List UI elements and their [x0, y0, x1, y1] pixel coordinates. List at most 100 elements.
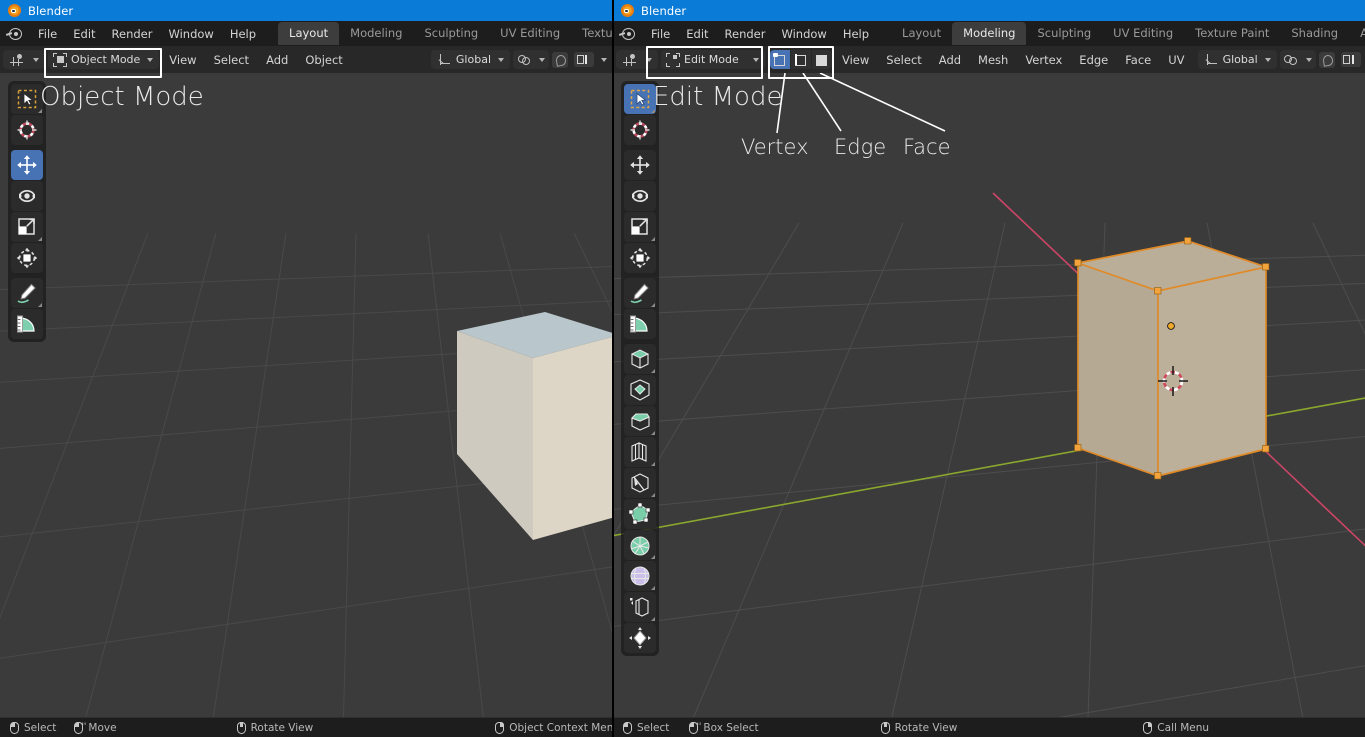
viewport-header-left: Object Mode View Select Add Object Globa…	[0, 46, 613, 73]
spin-tool[interactable]	[624, 530, 656, 560]
scale-tool-right[interactable]	[624, 212, 656, 242]
menu-help-left[interactable]: Help	[222, 24, 264, 44]
snapping-button-right[interactable]	[1279, 50, 1316, 69]
toolbar-left[interactable]	[8, 81, 46, 342]
menu-add-left[interactable]: Add	[259, 50, 295, 69]
shrink-fatten-tool[interactable]	[624, 623, 656, 653]
editor-type-button-left[interactable]	[3, 50, 45, 69]
menu-object-left[interactable]: Object	[298, 50, 349, 69]
blender-menu-icon[interactable]	[5, 26, 26, 42]
move-tool-right[interactable]	[624, 150, 656, 180]
menu-window-left[interactable]: Window	[160, 24, 221, 44]
blender-logo-icon	[621, 4, 634, 17]
menu-mesh-right[interactable]: Mesh	[971, 50, 1015, 69]
tweak-select-box-tool-right[interactable]	[624, 84, 656, 114]
transform-tool-left[interactable]	[11, 243, 43, 273]
tab-layout-left[interactable]: Layout	[278, 22, 340, 45]
menu-face-right[interactable]: Face	[1118, 50, 1158, 69]
extrude-region-tool[interactable]	[624, 344, 656, 374]
statusbar-left: Select '' Move Rotate View Object Contex…	[0, 717, 613, 737]
transform-orientation-button-right[interactable]: Global	[1197, 50, 1277, 69]
tab-sculpting-left[interactable]: Sculpting	[413, 22, 489, 45]
smooth-tool[interactable]	[624, 561, 656, 591]
menu-help-right[interactable]: Help	[835, 24, 877, 44]
move-tool-left[interactable]	[11, 150, 43, 180]
menu-select-left[interactable]: Select	[207, 50, 256, 69]
tab-modeling-right[interactable]: Modeling	[952, 22, 1027, 45]
mode-selector-right[interactable]: Edit Mode	[661, 50, 765, 69]
editor-type-button-right[interactable]	[616, 50, 658, 69]
annotate-tool-left[interactable]	[11, 278, 43, 308]
viewport-left[interactable]: Object Mode	[0, 73, 613, 717]
menu-window-right[interactable]: Window	[773, 24, 834, 44]
tab-sculpting-right[interactable]: Sculpting	[1026, 22, 1102, 45]
tab-shading-right[interactable]: Shading	[1280, 22, 1349, 45]
menu-file-left[interactable]: File	[30, 24, 65, 44]
menu-view-left[interactable]: View	[162, 50, 203, 69]
menu-file-right[interactable]: File	[643, 24, 678, 44]
face-select-button[interactable]	[812, 50, 832, 69]
menu-render-left[interactable]: Render	[104, 24, 161, 44]
viewport-canvas-right	[613, 73, 1365, 717]
tab-uv-editing-left[interactable]: UV Editing	[489, 22, 571, 45]
tab-uv-editing-right[interactable]: UV Editing	[1102, 22, 1184, 45]
window-titlebar-right: Blender	[613, 0, 1365, 21]
annotate-tool-right[interactable]	[624, 278, 656, 308]
chevron-down-icon	[601, 57, 607, 62]
cursor-tool-right[interactable]	[624, 115, 656, 145]
rotate-tool-right[interactable]	[624, 181, 656, 211]
rotate-tool-left[interactable]	[11, 181, 43, 211]
tweak-select-box-tool-left[interactable]	[11, 84, 43, 114]
viewport-shading-button-left[interactable]	[571, 50, 610, 69]
proportional-editing-icon[interactable]	[1318, 51, 1335, 68]
measure-tool-right[interactable]	[624, 309, 656, 339]
menu-edge-right[interactable]: Edge	[1072, 50, 1115, 69]
mouse-right-icon	[495, 721, 505, 734]
toolbar-group-transform-left	[11, 150, 43, 277]
measure-tool-left[interactable]	[11, 309, 43, 339]
menu-uv-right[interactable]: UV	[1161, 50, 1191, 69]
edge-select-button[interactable]	[791, 50, 811, 69]
cursor-tool-left[interactable]	[11, 115, 43, 145]
transform-tool-right[interactable]	[624, 243, 656, 273]
tab-texture-paint-right[interactable]: Texture Paint	[1184, 22, 1280, 45]
status-box-select-right: '' Box Select	[689, 721, 759, 734]
menu-edit-left[interactable]: Edit	[65, 24, 103, 44]
status-rotate-label-left: Rotate View	[250, 721, 314, 734]
menu-render-right[interactable]: Render	[717, 24, 774, 44]
mouse-left-drag-icon: ''	[689, 721, 701, 734]
tab-layout-right[interactable]: Layout	[891, 22, 952, 45]
viewport-right[interactable]: Edit Mode Vertex Edge Face	[613, 73, 1365, 717]
mode-selector-left[interactable]: Object Mode	[48, 50, 160, 69]
loop-cut-tool[interactable]	[624, 437, 656, 467]
transform-orientation-label: Global	[1222, 53, 1258, 66]
status-context-menu-left: Object Context Menu	[495, 721, 613, 734]
blender-menu-icon[interactable]	[618, 26, 639, 42]
status-box-select-label-right: Box Select	[703, 721, 759, 734]
toolbar-right[interactable]	[621, 81, 659, 656]
tab-animation-right[interactable]: Animation	[1349, 22, 1365, 45]
toolbar-group-transform-right	[624, 150, 656, 277]
transform-orientation-icon	[1204, 53, 1219, 67]
scale-tool-left[interactable]	[11, 212, 43, 242]
menu-select-right[interactable]: Select	[879, 50, 928, 69]
edge-slide-tool[interactable]	[624, 592, 656, 622]
poly-build-tool[interactable]	[624, 499, 656, 529]
tab-texture-paint-left[interactable]: Texture Paint	[571, 22, 613, 45]
knife-tool[interactable]	[624, 468, 656, 498]
transform-orientation-button-left[interactable]: Global	[430, 50, 510, 69]
menu-vertex-right[interactable]: Vertex	[1018, 50, 1069, 69]
tab-modeling-left[interactable]: Modeling	[339, 22, 413, 45]
menu-add-right[interactable]: Add	[932, 50, 968, 69]
proportional-editing-icon[interactable]	[552, 51, 568, 68]
chevron-down-icon	[498, 57, 504, 62]
bevel-tool[interactable]	[624, 406, 656, 436]
viewport-shading-button-right[interactable]	[1338, 50, 1365, 69]
menu-edit-right[interactable]: Edit	[678, 24, 716, 44]
status-move-label-left: Move	[88, 721, 117, 734]
menu-view-right[interactable]: View	[835, 50, 876, 69]
inset-faces-tool[interactable]	[624, 375, 656, 405]
viewport-canvas-left	[0, 73, 613, 717]
snapping-button-left[interactable]	[513, 50, 549, 69]
vertex-select-button[interactable]	[770, 50, 790, 69]
